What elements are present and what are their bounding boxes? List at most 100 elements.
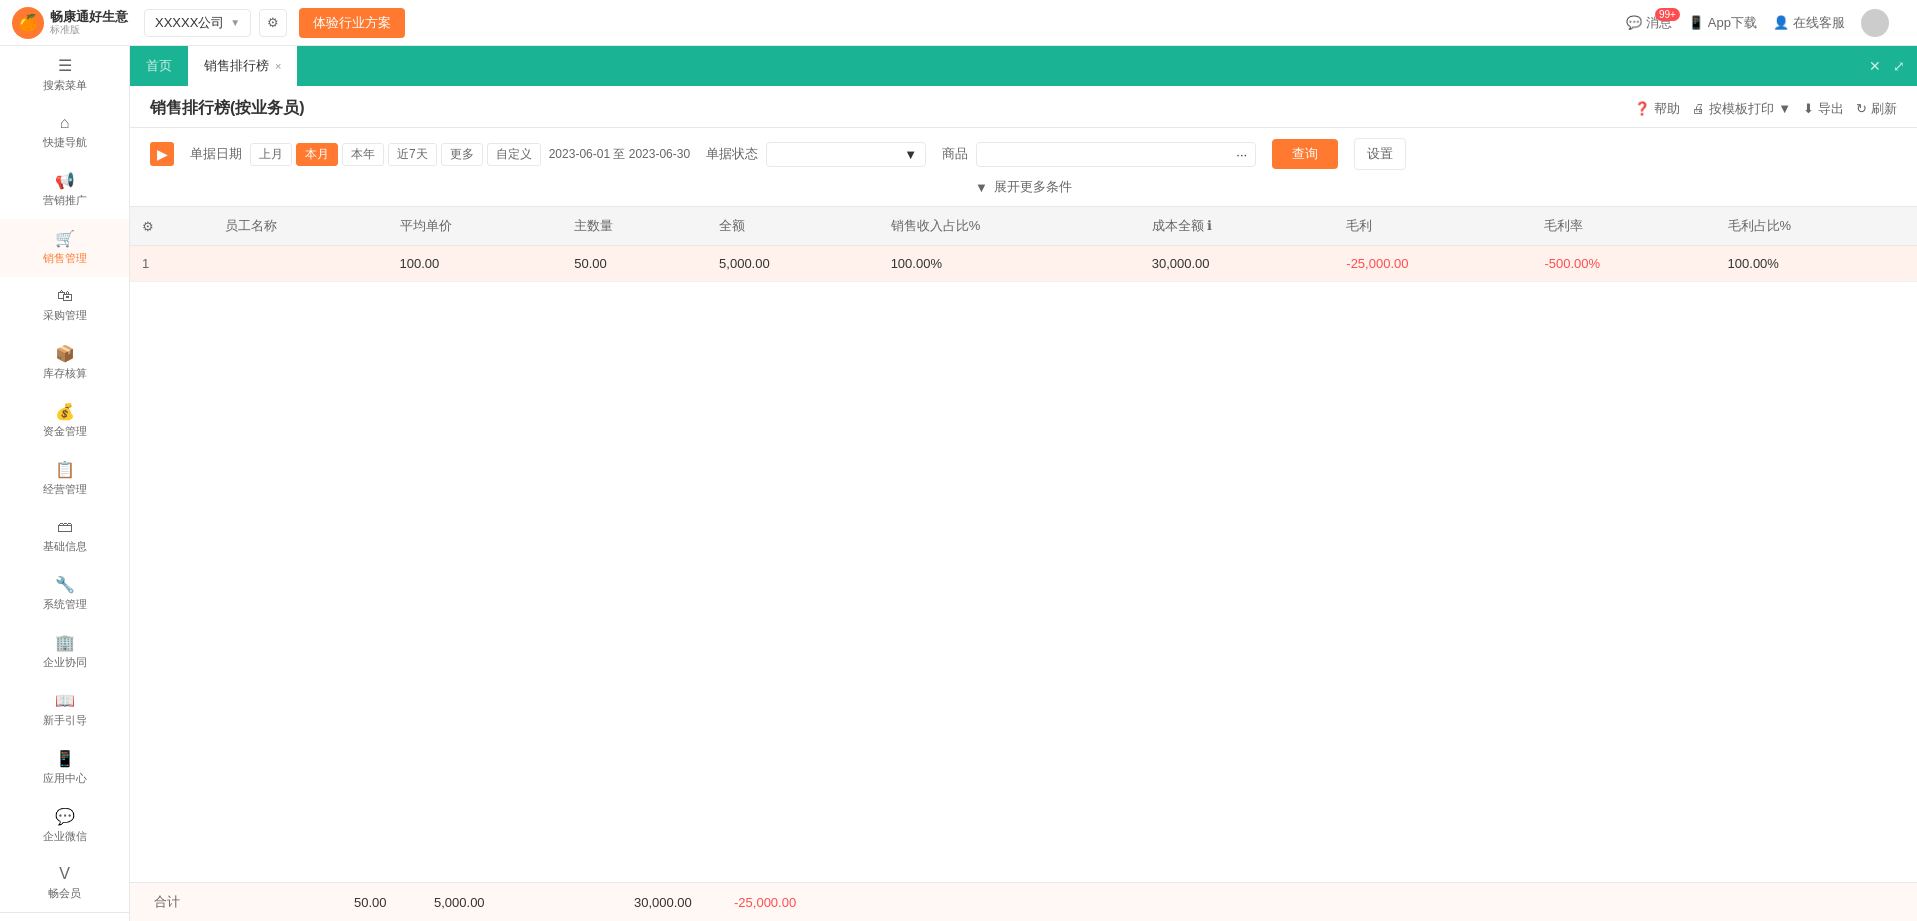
notification-button[interactable]: 💬 消息 99+ — [1626, 14, 1672, 32]
sidebar-item-quick-nav[interactable]: ⌂ 快捷导航 — [0, 104, 129, 161]
sidebar-label-membership: 畅会员 — [48, 886, 81, 901]
app-center-icon: 📱 — [55, 749, 75, 768]
date-tab-7days[interactable]: 近7天 — [388, 143, 437, 166]
export-button[interactable]: ⬇ 导出 — [1803, 100, 1844, 118]
sidebar-item-wechat[interactable]: 💬 企业微信 — [0, 797, 129, 855]
sidebar-label-finance: 资金管理 — [43, 424, 87, 439]
sidebar-item-operations[interactable]: 📋 经营管理 — [0, 450, 129, 508]
wechat-icon: 💬 — [55, 807, 75, 826]
top-right-actions: 💬 消息 99+ 📱 App下载 👤 在线客服 — [1626, 9, 1905, 37]
help-label: 帮助 — [1654, 100, 1680, 118]
col-settings[interactable]: ⚙ — [130, 207, 213, 246]
tab-maximize-icon[interactable]: ⤢ — [1893, 58, 1905, 74]
sidebar-item-membership[interactable]: V 畅会员 — [0, 855, 129, 912]
date-tab-this-month[interactable]: 本月 — [296, 143, 338, 166]
goods-more-icon: ··· — [1236, 147, 1247, 162]
refresh-icon: ↻ — [1856, 101, 1867, 116]
date-tab-this-year[interactable]: 本年 — [342, 143, 384, 166]
topbar-settings-btn[interactable]: ⚙ — [259, 9, 287, 37]
sidebar-label-search: 搜索菜单 — [43, 78, 87, 93]
export-icon: ⬇ — [1803, 101, 1814, 116]
app-version: 标准版 — [50, 24, 128, 36]
sidebar-item-basic-info[interactable]: 🗃 基础信息 — [0, 508, 129, 565]
filter-row-1: ▶ 单据日期 上月 本月 本年 近7天 更多 自定义 2023-06-01 至 … — [150, 138, 1897, 170]
page-actions: ❓ 帮助 🖨 按模板打印 ▼ ⬇ 导出 ↻ 刷新 — [1634, 100, 1897, 118]
tab-active-label: 销售排行榜 — [204, 57, 269, 75]
tab-home[interactable]: 首页 — [130, 46, 188, 86]
sidebar: ☰ 搜索菜单 ⌂ 快捷导航 📢 营销推广 🛒 销售管理 🛍 采购管理 📦 库 — [0, 46, 130, 921]
tab-close-icon[interactable]: × — [275, 60, 281, 72]
cell-gross-rate: -500.00% — [1532, 246, 1715, 282]
footer-gross: -25,000.00 — [722, 895, 822, 910]
app-download-label: App下载 — [1708, 14, 1757, 32]
sidebar-item-sales[interactable]: 🛒 销售管理 — [0, 219, 129, 277]
trial-button[interactable]: 体验行业方案 — [299, 8, 405, 38]
date-filter-group: 单据日期 上月 本月 本年 近7天 更多 自定义 2023-06-01 至 20… — [190, 143, 690, 166]
refresh-label: 刷新 — [1871, 100, 1897, 118]
notification-badge: 99+ — [1655, 8, 1680, 21]
date-tab-custom[interactable]: 自定义 — [487, 143, 541, 166]
tab-sales-ranking[interactable]: 销售排行榜 × — [188, 46, 297, 86]
download-icon: 📱 — [1688, 15, 1704, 30]
template-print-button[interactable]: 🖨 按模板打印 ▼ — [1692, 100, 1791, 118]
filter-bar: ▶ 单据日期 上月 本月 本年 近7天 更多 自定义 2023-06-01 至 … — [130, 128, 1917, 207]
search-icon: ☰ — [58, 56, 72, 75]
query-button[interactable]: 查询 — [1272, 139, 1338, 169]
expand-chevron-icon: ▼ — [975, 180, 988, 195]
export-label: 导出 — [1818, 100, 1844, 118]
cell-rank: 1 — [130, 246, 213, 282]
col-sales-pct: 销售收入占比% — [879, 207, 1140, 246]
sidebar-item-guide[interactable]: 📖 新手引导 — [0, 681, 129, 739]
date-tab-more[interactable]: 更多 — [441, 143, 483, 166]
sidebar-item-finance[interactable]: 💰 资金管理 — [0, 392, 129, 450]
purchase-icon: 🛍 — [57, 287, 73, 305]
system-icon: 🔧 — [55, 575, 75, 594]
help-button[interactable]: ❓ 帮助 — [1634, 100, 1680, 118]
sidebar-label-quick-nav: 快捷导航 — [43, 135, 87, 150]
goods-filter-group: 商品 ··· — [942, 142, 1256, 167]
sidebar-item-purchase[interactable]: 🛍 采购管理 — [0, 277, 129, 334]
logo: 🍊 畅康通好生意 标准版 — [12, 7, 128, 39]
avatar[interactable] — [1861, 9, 1889, 37]
marketing-icon: 📢 — [55, 171, 75, 190]
filter-toggle-btn[interactable]: ▶ — [150, 142, 174, 166]
status-select[interactable]: ▼ — [766, 142, 926, 167]
sidebar-item-app-center[interactable]: 📱 应用中心 — [0, 739, 129, 797]
sidebar-item-search[interactable]: ☰ 搜索菜单 — [0, 46, 129, 104]
sidebar-item-system[interactable]: 🔧 系统管理 — [0, 565, 129, 623]
sidebar-bottom: ⚙ ◀ — [0, 912, 129, 921]
enterprise-icon: 🏢 — [55, 633, 75, 652]
print-chevron-icon: ▼ — [1778, 101, 1791, 116]
date-range-display: 2023-06-01 至 2023-06-30 — [549, 146, 690, 163]
help-icon: ❓ — [1634, 101, 1650, 116]
cell-gross: -25,000.00 — [1334, 246, 1532, 282]
sidebar-item-inventory[interactable]: 📦 库存核算 — [0, 334, 129, 392]
app-download-button[interactable]: 📱 App下载 — [1688, 14, 1757, 32]
goods-input[interactable]: ··· — [976, 142, 1256, 167]
page-title: 销售排行榜(按业务员) — [150, 98, 305, 119]
tab-close-all-icon[interactable]: ✕ — [1869, 58, 1881, 74]
cell-name — [213, 246, 388, 282]
sales-icon: 🛒 — [55, 229, 75, 248]
sidebar-label-marketing: 营销推广 — [43, 193, 87, 208]
table-settings-button[interactable]: 设置 — [1354, 138, 1406, 170]
goods-filter-label: 商品 — [942, 145, 968, 163]
tab-bar: 首页 销售排行榜 × ✕ ⤢ — [130, 46, 1917, 86]
operations-icon: 📋 — [55, 460, 75, 479]
expand-conditions-row[interactable]: ▼ 展开更多条件 — [150, 170, 1897, 196]
cell-sales-pct: 100.00% — [879, 246, 1140, 282]
expand-conditions-label: 展开更多条件 — [994, 178, 1072, 196]
print-icon: 🖨 — [1692, 101, 1705, 116]
company-selector[interactable]: XXXXX公司 ▼ — [144, 9, 251, 37]
content-area: 首页 销售排行榜 × ✕ ⤢ 销售排行榜(按业务员) ❓ 帮助 — [130, 46, 1917, 921]
sidebar-item-marketing[interactable]: 📢 营销推广 — [0, 161, 129, 219]
date-filter-label: 单据日期 — [190, 145, 242, 163]
col-gross-pct: 毛利占比% — [1716, 207, 1917, 246]
sidebar-label-sales: 销售管理 — [43, 251, 87, 266]
finance-icon: 💰 — [55, 402, 75, 421]
sidebar-item-enterprise[interactable]: 🏢 企业协同 — [0, 623, 129, 681]
refresh-button[interactable]: ↻ 刷新 — [1856, 100, 1897, 118]
date-tab-last-month[interactable]: 上月 — [250, 143, 292, 166]
footer-label: 合计 — [142, 893, 262, 911]
online-support-button[interactable]: 👤 在线客服 — [1773, 14, 1845, 32]
